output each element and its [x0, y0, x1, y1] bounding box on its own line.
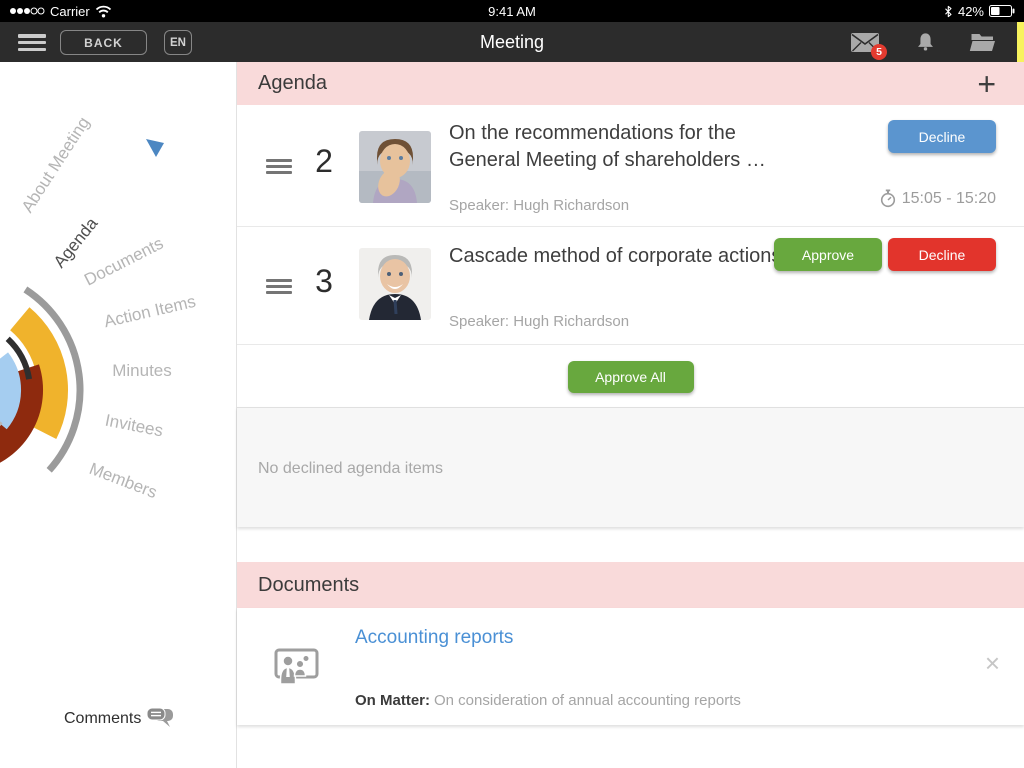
decline-button[interactable]: Decline	[888, 120, 996, 153]
document-row: Accounting reports On Matter: On consider…	[237, 608, 1024, 725]
agenda-header-label: Agenda	[258, 72, 327, 94]
active-pointer-icon	[146, 139, 164, 157]
time-range-label: 15:05 - 15:20	[901, 189, 996, 207]
agenda-item-row: 3 Cascade method of corporate actions Sp…	[237, 227, 1024, 345]
main-content: Agenda + 2 On the recommendations for th…	[236, 62, 1024, 768]
menu-icon[interactable]	[18, 34, 46, 51]
wifi-icon	[95, 5, 111, 17]
comments-label: Comments	[64, 709, 142, 727]
back-button[interactable]: BACK	[60, 30, 147, 55]
language-button[interactable]: EN	[164, 30, 192, 55]
bluetooth-icon	[945, 5, 952, 17]
documents-section-header: Documents	[237, 562, 1024, 608]
declined-items-section: No declined agenda items	[237, 407, 1024, 527]
folder-icon	[969, 34, 995, 51]
speaker-avatar	[359, 248, 431, 320]
close-icon[interactable]: ×	[985, 650, 1000, 676]
battery-percent-label: 42%	[957, 3, 984, 19]
document-link[interactable]: Accounting reports	[355, 627, 513, 649]
agenda-item-title: On the recommendations for the General M…	[449, 122, 766, 171]
mail-badge: 5	[871, 44, 887, 60]
speaker-avatar	[359, 131, 431, 203]
approve-all-row: Approve All	[237, 345, 1024, 407]
agenda-item-number: 2	[315, 143, 333, 179]
notifications-button[interactable]	[912, 22, 938, 62]
documents-header-label: Documents	[258, 573, 360, 596]
nav-bar: BACK EN Meeting 5	[0, 22, 1024, 62]
sidebar-item-about-meeting[interactable]: About Meeting	[18, 114, 94, 217]
clock-label: 9:41 AM	[488, 3, 536, 19]
comments-icon	[147, 708, 174, 727]
status-bar: Carrier 9:41 AM 42%	[0, 0, 1024, 22]
agenda-item-speaker: Speaker: Hugh Richardson	[449, 313, 630, 330]
speaker-photo-1	[359, 131, 431, 203]
mail-button[interactable]: 5	[850, 22, 887, 62]
decline-button[interactable]: Decline	[888, 238, 996, 271]
battery-icon	[989, 5, 1015, 17]
matter-text: On consideration of annual accounting re…	[434, 692, 741, 709]
presentation-icon	[274, 648, 319, 685]
carrier-label: Carrier	[50, 3, 90, 19]
bell-icon	[917, 32, 933, 51]
signal-strength-icon	[10, 7, 45, 15]
meeting-app-screen: Carrier 9:41 AM 42% BACK EN Meeting 5 Ab…	[0, 0, 1024, 768]
matter-label: On Matter:	[355, 692, 430, 709]
agenda-item-number: 3	[315, 263, 333, 299]
accent-strip	[1017, 22, 1024, 62]
sidebar: About Meeting Agenda Documents Action It…	[0, 62, 236, 768]
drag-handle-icon[interactable]	[266, 279, 292, 294]
add-agenda-item-button[interactable]: +	[977, 64, 996, 104]
document-matter: On Matter: On consideration of annual acc…	[355, 692, 741, 709]
sidebar-item-documents[interactable]: Documents	[81, 234, 167, 291]
stopwatch-icon	[880, 189, 895, 208]
sidebar-item-minutes[interactable]: Minutes	[112, 361, 172, 381]
approve-all-button[interactable]: Approve All	[567, 361, 694, 393]
agenda-item-speaker: Speaker: Hugh Richardson	[449, 197, 630, 214]
agenda-item-row: 2 On the recommendations for the General…	[237, 105, 1024, 227]
documents-folder-button[interactable]	[968, 22, 996, 62]
approve-button[interactable]: Approve	[774, 238, 882, 271]
speaker-photo-2	[359, 248, 431, 320]
no-declined-items-label: No declined agenda items	[258, 460, 444, 477]
comments-button[interactable]: Comments	[64, 708, 174, 729]
sidebar-item-agenda[interactable]: Agenda	[50, 214, 102, 272]
drag-handle-icon[interactable]	[266, 159, 292, 174]
agenda-item-title: Cascade method of corporate actions	[449, 245, 782, 267]
agenda-section-header: Agenda +	[237, 62, 1024, 105]
agenda-item-time: 15:05 - 15:20	[880, 189, 996, 208]
